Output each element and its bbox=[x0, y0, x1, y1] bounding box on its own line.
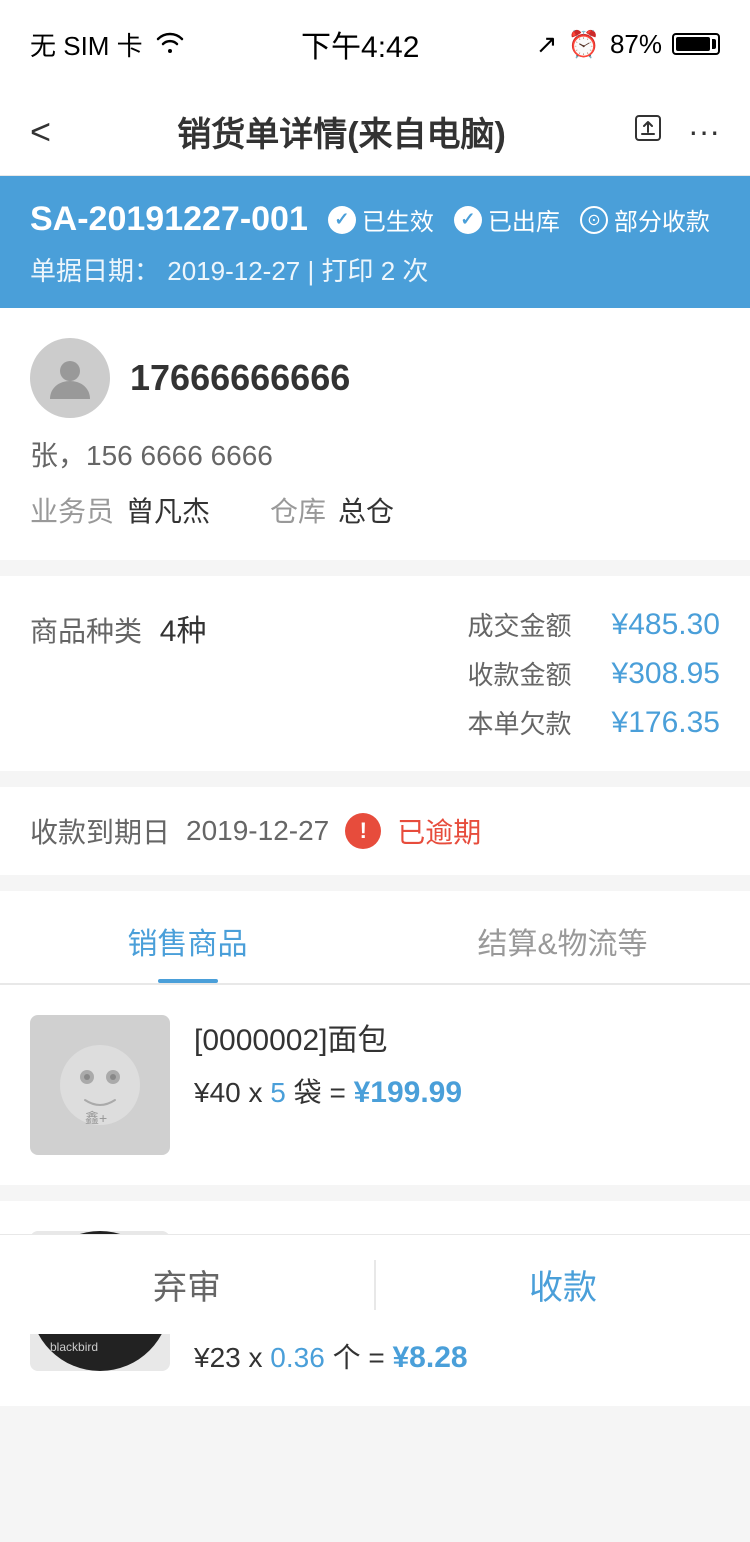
summary-section: 商品种类 4种 成交金额 ¥485.30 收款金额 ¥308.95 本单欠款 ¥… bbox=[0, 576, 750, 771]
location-icon: ↗ bbox=[536, 29, 558, 60]
due-section: 收款到期日 2019-12-27 ! 已逾期 bbox=[0, 787, 750, 875]
status-bar: 无 SIM 卡 下午4:42 ↗ ⏰ 87% bbox=[0, 0, 750, 88]
nav-bar: < 销货单详情(来自电脑) ··· bbox=[0, 88, 750, 176]
products-section: 鑫+ [0000002]面包 ¥40 x 5 袋 = ¥199.99 bbox=[0, 985, 750, 1406]
product-image-1: 鑫+ bbox=[30, 1015, 170, 1155]
warehouse-value: 总仓 bbox=[338, 490, 394, 530]
header-banner: SA-20191227-001 ✓ 已生效 ✓ 已出库 ⊙ 部分收款 单据日期：… bbox=[0, 176, 750, 308]
due-date: 2019-12-27 bbox=[186, 815, 329, 847]
warehouse-label: 仓库 bbox=[270, 490, 326, 530]
product-price-2: ¥23 x 0.36 个 = ¥8.28 bbox=[194, 1336, 720, 1376]
received-value: ¥308.95 bbox=[612, 657, 720, 691]
debt-label: 本单欠款 bbox=[468, 704, 572, 741]
salesperson-label: 业务员 bbox=[30, 490, 114, 530]
salesperson-value: 曾凡杰 bbox=[126, 490, 210, 530]
section-gap bbox=[0, 875, 750, 891]
back-button[interactable]: < bbox=[30, 111, 51, 153]
received-label: 收款金额 bbox=[468, 655, 572, 692]
nav-actions: ··· bbox=[632, 112, 720, 152]
product-info-1: [0000002]面包 ¥40 x 5 袋 = ¥199.99 bbox=[194, 1015, 720, 1111]
more-button[interactable]: ··· bbox=[688, 113, 720, 150]
tabs: 销售商品 结算&物流等 bbox=[0, 891, 750, 985]
summary-left: 商品种类 4种 bbox=[30, 606, 206, 741]
customer-meta: 业务员 曾凡杰 仓库 总仓 bbox=[30, 490, 720, 530]
product-price-1: ¥40 x 5 袋 = ¥199.99 bbox=[194, 1071, 720, 1111]
clock-icon: ⊙ bbox=[580, 206, 608, 234]
avatar bbox=[30, 338, 110, 418]
product-total-1: ¥199.99 bbox=[354, 1076, 462, 1109]
confirm-button[interactable]: 收款 bbox=[376, 1260, 750, 1309]
type-count: 4种 bbox=[160, 615, 207, 648]
product-total-2: ¥8.28 bbox=[393, 1341, 468, 1374]
svg-text:blackbird: blackbird bbox=[50, 1340, 98, 1354]
customer-row: 17666666666 bbox=[30, 338, 720, 418]
battery-icon bbox=[672, 33, 720, 55]
overdue-icon: ! bbox=[345, 813, 381, 849]
status-right: ↗ ⏰ 87% bbox=[536, 29, 720, 60]
due-label: 收款到期日 bbox=[30, 811, 170, 851]
type-label: 商品种类 4种 bbox=[30, 606, 206, 650]
page-title: 销货单详情(来自电脑) bbox=[177, 107, 506, 156]
summary-right: 成交金额 ¥485.30 收款金额 ¥308.95 本单欠款 ¥176.35 bbox=[468, 606, 720, 741]
received-row: 收款金额 ¥308.95 bbox=[468, 655, 720, 692]
banner-top: SA-20191227-001 ✓ 已生效 ✓ 已出库 ⊙ 部分收款 bbox=[30, 200, 720, 239]
banner-date: 单据日期： 2019-12-27 | 打印 2 次 bbox=[30, 251, 720, 288]
order-id: SA-20191227-001 bbox=[30, 200, 308, 239]
svg-text:鑫+: 鑫+ bbox=[85, 1110, 107, 1126]
product-thumb-1: 鑫+ bbox=[30, 1015, 170, 1155]
status-shipped: ✓ 已出库 bbox=[454, 202, 560, 237]
status-partial: ⊙ 部分收款 bbox=[580, 202, 710, 237]
cancel-button[interactable]: 弃审 bbox=[0, 1260, 374, 1309]
wifi-icon bbox=[155, 29, 185, 60]
status-left: 无 SIM 卡 bbox=[30, 26, 185, 63]
carrier-label: 无 SIM 卡 bbox=[30, 26, 143, 63]
salesperson-item: 业务员 曾凡杰 bbox=[30, 490, 210, 530]
debt-row: 本单欠款 ¥176.35 bbox=[468, 704, 720, 741]
tab-settlement[interactable]: 结算&物流等 bbox=[375, 891, 750, 983]
alarm-icon: ⏰ bbox=[568, 29, 600, 60]
debt-value: ¥176.35 bbox=[612, 706, 720, 740]
time-label: 下午4:42 bbox=[301, 22, 419, 66]
product-qty-1: 5 bbox=[270, 1077, 286, 1108]
status-effective: ✓ 已生效 bbox=[328, 202, 434, 237]
bottom-bar: 弃审 收款 bbox=[0, 1234, 750, 1334]
customer-section: 17666666666 张，156 6666 6666 业务员 曾凡杰 仓库 总… bbox=[0, 308, 750, 560]
check-icon-1: ✓ bbox=[328, 206, 356, 234]
amount-label: 成交金额 bbox=[468, 606, 572, 643]
amount-value: ¥485.30 bbox=[612, 608, 720, 642]
battery-percent: 87% bbox=[610, 29, 662, 60]
check-icon-2: ✓ bbox=[454, 206, 482, 234]
product-name-1: [0000002]面包 bbox=[194, 1015, 720, 1059]
product-item-1: 鑫+ [0000002]面包 ¥40 x 5 袋 = ¥199.99 bbox=[0, 985, 750, 1185]
overdue-text: 已逾期 bbox=[397, 811, 481, 851]
product-qty-2: 0.36 bbox=[270, 1342, 325, 1373]
customer-id: 17666666666 bbox=[130, 357, 350, 399]
tab-sales-products[interactable]: 销售商品 bbox=[0, 891, 375, 983]
share-button[interactable] bbox=[632, 112, 664, 152]
warehouse-item: 仓库 总仓 bbox=[270, 490, 394, 530]
customer-name: 张，156 6666 6666 bbox=[30, 434, 720, 474]
amount-row: 成交金额 ¥485.30 bbox=[468, 606, 720, 643]
